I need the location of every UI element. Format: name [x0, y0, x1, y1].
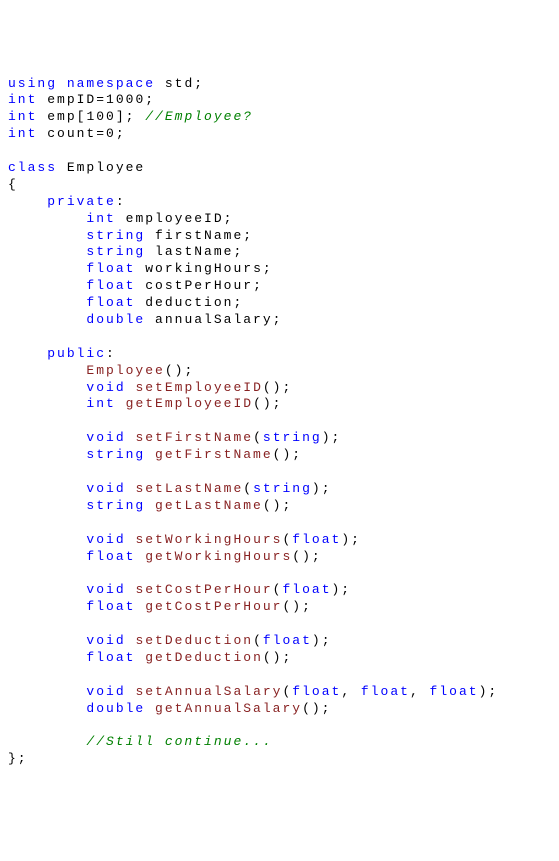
fn-getCostPerHour: getCostPerHour: [145, 599, 282, 614]
kw-string: string: [86, 498, 145, 513]
kw-float: float: [430, 684, 479, 699]
fn-getLastName: getLastName: [155, 498, 263, 513]
kw-float: float: [86, 599, 135, 614]
kw-void: void: [86, 430, 125, 445]
sym-emp: emp: [47, 109, 76, 124]
kw-float: float: [292, 532, 341, 547]
fn-getWorkingHours: getWorkingHours: [145, 549, 292, 564]
sym-count: count: [47, 126, 96, 141]
comment-employee: //Employee?: [145, 109, 253, 124]
code-block: using namespace std; int empID=1000; int…: [8, 76, 551, 769]
sym-Employee: Employee: [67, 160, 145, 175]
fn-setFirstName: setFirstName: [135, 430, 253, 445]
kw-float: float: [86, 278, 135, 293]
sym-firstName: firstName: [155, 228, 243, 243]
kw-int: int: [8, 126, 37, 141]
kw-float: float: [263, 633, 312, 648]
kw-int: int: [86, 211, 115, 226]
sym-lastName: lastName: [155, 244, 233, 259]
kw-float: float: [86, 261, 135, 276]
kw-string: string: [86, 447, 145, 462]
fn-getDeduction: getDeduction: [145, 650, 263, 665]
fn-setEmployeeID: setEmployeeID: [135, 380, 262, 395]
sym-std: std: [165, 76, 194, 91]
sym-deduction: deduction: [145, 295, 233, 310]
fn-Employee: Employee: [86, 363, 164, 378]
kw-string: string: [86, 228, 145, 243]
kw-using: using: [8, 76, 57, 91]
kw-int: int: [86, 396, 115, 411]
val-empID: 1000: [106, 92, 145, 107]
kw-void: void: [86, 532, 125, 547]
kw-class: class: [8, 160, 57, 175]
fn-setLastName: setLastName: [135, 481, 243, 496]
kw-void: void: [86, 380, 125, 395]
sym-empID: empID: [47, 92, 96, 107]
kw-int: int: [8, 109, 37, 124]
kw-double: double: [86, 701, 145, 716]
kw-float: float: [86, 650, 135, 665]
fn-setWorkingHours: setWorkingHours: [135, 532, 282, 547]
sym-costPerHour: costPerHour: [145, 278, 253, 293]
kw-float: float: [282, 582, 331, 597]
kw-int: int: [8, 92, 37, 107]
sym-workingHours: workingHours: [145, 261, 263, 276]
fn-setCostPerHour: setCostPerHour: [135, 582, 272, 597]
kw-double: double: [86, 312, 145, 327]
val-count: 0: [106, 126, 116, 141]
kw-float: float: [361, 684, 410, 699]
kw-float: float: [292, 684, 341, 699]
comment-still-continue: //Still continue...: [86, 734, 272, 749]
fn-setDeduction: setDeduction: [135, 633, 253, 648]
val-empsize: 100: [86, 109, 115, 124]
kw-void: void: [86, 684, 125, 699]
kw-string: string: [86, 244, 145, 259]
kw-float: float: [86, 295, 135, 310]
fn-getFirstName: getFirstName: [155, 447, 273, 462]
kw-void: void: [86, 633, 125, 648]
fn-getAnnualSalary: getAnnualSalary: [155, 701, 302, 716]
kw-void: void: [86, 481, 125, 496]
fn-setAnnualSalary: setAnnualSalary: [135, 684, 282, 699]
fn-getEmployeeID: getEmployeeID: [126, 396, 253, 411]
kw-namespace: namespace: [67, 76, 155, 91]
kw-public: public: [47, 346, 106, 361]
kw-private: private: [47, 194, 116, 209]
kw-float: float: [86, 549, 135, 564]
sym-employeeID: employeeID: [126, 211, 224, 226]
sym-annualSalary: annualSalary: [155, 312, 273, 327]
kw-void: void: [86, 582, 125, 597]
kw-string: string: [263, 430, 322, 445]
kw-string: string: [253, 481, 312, 496]
